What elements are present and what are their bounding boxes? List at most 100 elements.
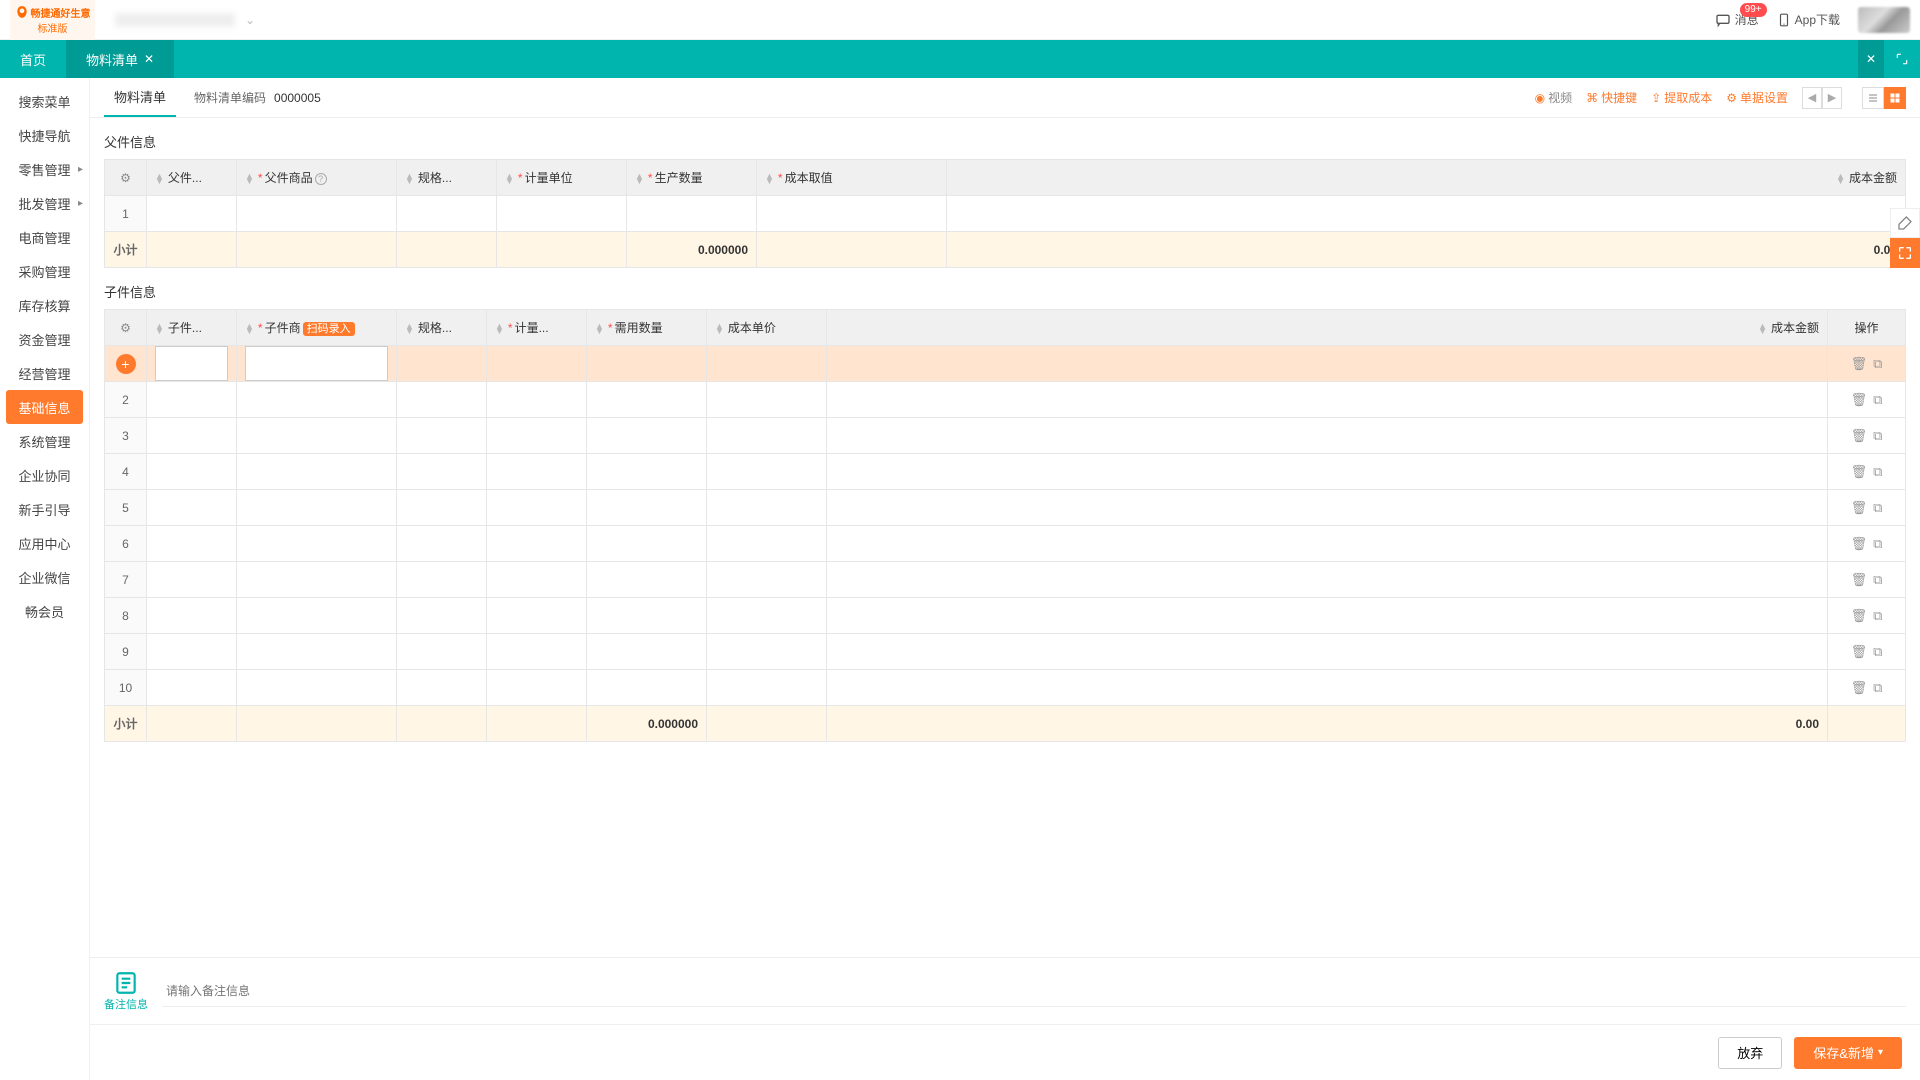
gear-icon[interactable]: ⚙ [105,160,147,196]
sidebar-item[interactable]: 批发管理▸ [0,186,89,220]
sidebar-item[interactable]: 电商管理 [0,220,89,254]
child-code-input[interactable] [155,346,228,381]
expand-tool-icon[interactable] [1890,238,1920,268]
sidebar-item[interactable]: 企业协同 [0,458,89,492]
child-row[interactable]: 8🗑⧉ [105,598,1906,634]
tab-home[interactable]: 首页 [0,40,66,78]
prev-record-button[interactable]: ◀ [1802,87,1822,109]
fullscreen-icon[interactable] [1890,40,1914,78]
sidebar-item[interactable]: 库存核算 [0,288,89,322]
delete-row-icon[interactable]: 🗑 [1851,644,1868,659]
close-icon[interactable]: ✕ [144,52,154,66]
copy-row-icon[interactable]: ⧉ [1873,644,1882,659]
delete-row-icon[interactable]: 🗑 [1851,680,1868,695]
delete-row-icon[interactable]: 🗑 [1851,500,1868,515]
next-record-button[interactable]: ▶ [1822,87,1842,109]
child-product-input[interactable] [245,346,388,381]
copy-row-icon[interactable]: ⧉ [1873,464,1882,479]
view-list-button[interactable] [1862,87,1884,109]
copy-row-icon[interactable]: ⧉ [1873,572,1882,587]
messages-badge: 99+ [1740,3,1767,17]
app-download-button[interactable]: App下载 [1777,11,1840,28]
col-parent-spec[interactable]: ▲▼规格... [397,160,497,196]
link-shortcut[interactable]: ⌘快捷键 [1586,89,1637,106]
help-icon[interactable]: ? [315,173,327,185]
delete-row-icon[interactable]: 🗑 [1851,392,1868,407]
link-bill-setting[interactable]: ⚙单据设置 [1726,89,1788,106]
col-parent-cost-type[interactable]: ▲▼*成本取值 [757,160,947,196]
sidebar-item[interactable]: 快捷导航 [0,118,89,152]
discard-button[interactable]: 放弃 [1718,1037,1782,1069]
child-row[interactable]: 10🗑⧉ [105,670,1906,706]
save-new-button[interactable]: 保存&新增▾ [1794,1037,1902,1069]
child-row[interactable]: 2🗑⧉ [105,382,1906,418]
remark-input[interactable] [162,976,1906,1007]
add-row-button[interactable]: + [116,354,136,374]
list-icon [1867,92,1879,104]
sidebar-item[interactable]: 搜索菜单 [0,84,89,118]
copy-row-icon[interactable]: ⧉ [1873,356,1882,371]
messages-button[interactable]: 消息 99+ [1715,11,1759,28]
sidebar-item[interactable]: 畅会员 [0,594,89,628]
col-child-price[interactable]: ▲▼成本单价 [707,310,827,346]
col-child-spec[interactable]: ▲▼规格... [397,310,487,346]
copy-row-icon[interactable]: ⧉ [1873,500,1882,515]
edit-attach-icon[interactable] [1890,208,1920,238]
delete-row-icon[interactable]: 🗑 [1851,428,1868,443]
copy-row-icon[interactable]: ⧉ [1873,428,1882,443]
tabbar-close-button[interactable]: ✕ [1858,40,1884,78]
delete-row-icon[interactable]: 🗑 [1851,356,1868,371]
link-extract-cost[interactable]: ⇪提取成本 [1651,89,1712,106]
copy-row-icon[interactable]: ⧉ [1873,608,1882,623]
col-parent-unit[interactable]: ▲▼*计量单位 [497,160,627,196]
view-form-button[interactable] [1884,87,1906,109]
child-row[interactable]: 9🗑⧉ [105,634,1906,670]
child-row[interactable]: 6🗑⧉ [105,526,1906,562]
section-parent-title: 父件信息 [104,132,1906,151]
col-child-product[interactable]: ▲▼*子件商扫码录入 [237,310,397,346]
col-child-unit[interactable]: ▲▼*计量... [487,310,587,346]
sidebar-item[interactable]: 基础信息 [6,390,83,424]
sidebar-item[interactable]: 经营管理 [0,356,89,390]
download-icon [1777,13,1791,27]
sidebar-item[interactable]: 应用中心 [0,526,89,560]
child-row[interactable]: + 🗑 ⧉ [105,346,1906,382]
sidebar-item[interactable]: 系统管理 [0,424,89,458]
child-row[interactable]: 4🗑⧉ [105,454,1906,490]
col-child-amount[interactable]: ▲▼成本金额 [827,310,1828,346]
copy-row-icon[interactable]: ⧉ [1873,536,1882,551]
copy-row-icon[interactable]: ⧉ [1873,392,1882,407]
child-row[interactable]: 5🗑⧉ [105,490,1906,526]
org-selector[interactable]: ⌄ [115,13,255,27]
sidebar-item[interactable]: 零售管理▸ [0,152,89,186]
sidebar-item[interactable]: 采购管理 [0,254,89,288]
tab-bom[interactable]: 物料清单 ✕ [66,40,174,78]
delete-row-icon[interactable]: 🗑 [1851,536,1868,551]
sub-tab-bom[interactable]: 物料清单 [104,78,176,117]
col-parent-code[interactable]: ▲▼父件... [147,160,237,196]
section-child-title: 子件信息 [104,282,1906,301]
col-child-code[interactable]: ▲▼子件... [147,310,237,346]
link-video[interactable]: ◉视频 [1535,89,1573,106]
message-icon [1715,12,1731,28]
delete-row-icon[interactable]: 🗑 [1851,608,1868,623]
delete-row-icon[interactable]: 🗑 [1851,464,1868,479]
tabbar: 首页 物料清单 ✕ ✕ [0,40,1920,78]
child-row[interactable]: 3🗑⧉ [105,418,1906,454]
avatar[interactable] [1858,7,1910,33]
child-row[interactable]: 7🗑⧉ [105,562,1906,598]
parent-row[interactable]: 1 [105,196,1906,232]
delete-row-icon[interactable]: 🗑 [1851,572,1868,587]
col-child-qty[interactable]: ▲▼*需用数量 [587,310,707,346]
sidebar-item[interactable]: 企业微信 [0,560,89,594]
scan-input-badge[interactable]: 扫码录入 [303,322,355,336]
chevron-down-icon: ⌄ [245,13,255,27]
brand-logo: 畅捷通好生意 标准版 [10,0,95,40]
sidebar-item[interactable]: 新手引导 [0,492,89,526]
copy-row-icon[interactable]: ⧉ [1873,680,1882,695]
col-parent-qty[interactable]: ▲▼*生产数量 [627,160,757,196]
col-parent-amount[interactable]: ▲▼成本金额 [947,160,1906,196]
gear-icon[interactable]: ⚙ [105,310,147,346]
sidebar-item[interactable]: 资金管理 [0,322,89,356]
col-parent-product[interactable]: ▲▼*父件商品? [237,160,397,196]
